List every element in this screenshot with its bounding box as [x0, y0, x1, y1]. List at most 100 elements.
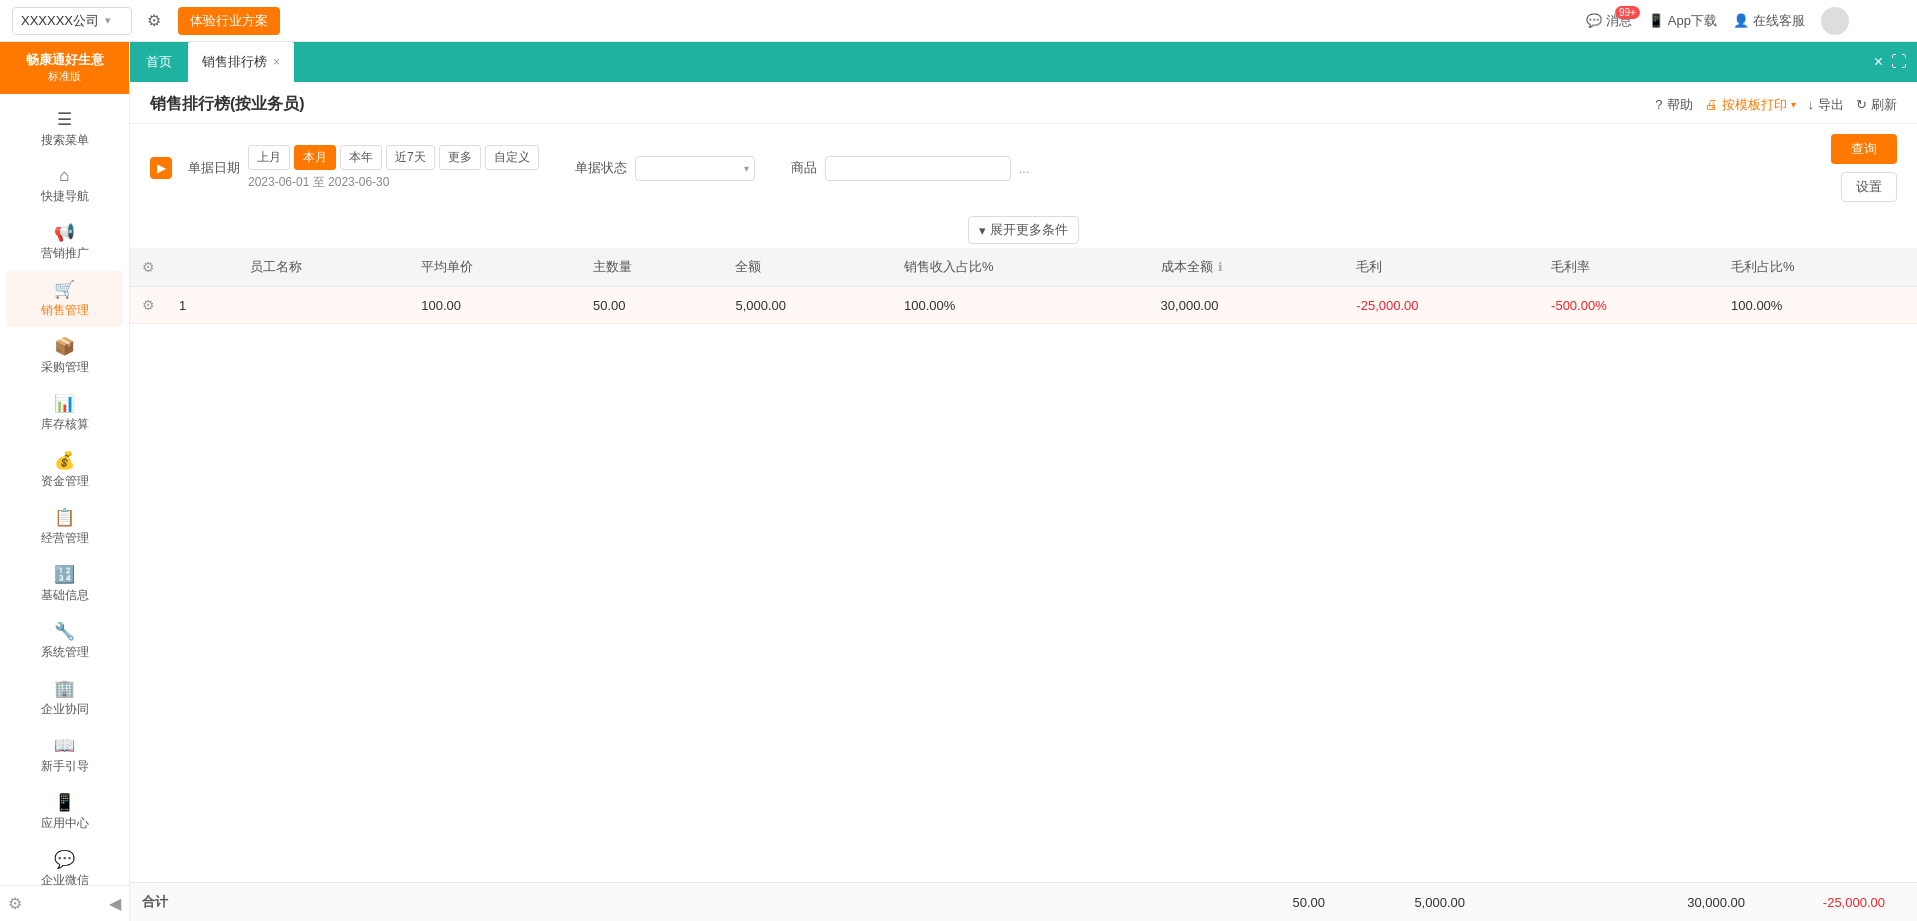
help-button[interactable]: ? 帮助 [1655, 96, 1692, 114]
nav-label-wechat: 企业微信 [41, 872, 89, 885]
nav-icon-guide: 📖 [54, 735, 75, 756]
row-amount-0: 5,000.00 [723, 287, 892, 324]
nav-icon-basic-info: 🔢 [54, 564, 75, 585]
logo: 畅康通好生意 标准版 [0, 42, 129, 94]
goods-input[interactable] [825, 156, 1011, 181]
tab-sales-ranking[interactable]: 销售排行榜 × [188, 42, 294, 82]
sidebar-settings-button[interactable]: ⚙ [8, 894, 22, 913]
col-header-settings[interactable]: ⚙ [130, 248, 167, 287]
company-name: XXXXXX公司 [21, 12, 99, 30]
row-quantity-0: 50.00 [581, 287, 723, 324]
sidebar-item-wechat[interactable]: 💬 企业微信 [6, 841, 123, 885]
messages-badge: 99+ [1615, 6, 1640, 19]
date-btn-custom[interactable]: 自定义 [485, 145, 539, 170]
sidebar-item-system[interactable]: 🔧 系统管理 [6, 613, 123, 669]
filter-toggle-button[interactable]: ▶ [150, 157, 172, 179]
status-select[interactable] [635, 156, 755, 181]
table-container: ⚙ 员工名称 平均单价 主数量 全额 销售收入占比% 成本全额 ℹ [130, 248, 1917, 882]
tab-close-all-icon[interactable]: × [1874, 53, 1883, 71]
footer-quantity: 50.00 [1245, 895, 1325, 910]
avatar[interactable] [1821, 7, 1849, 35]
nav-icon-inventory: 📊 [54, 393, 75, 414]
tab-home[interactable]: 首页 [130, 42, 188, 82]
row-settings-0[interactable]: ⚙ [130, 287, 167, 324]
col-header-sales-ratio: 销售收入占比% [892, 248, 1149, 287]
table-footer: 合计 50.00 5,000.00 30,000.00 -25,000.00 [130, 882, 1917, 921]
query-button[interactable]: 查询 [1831, 134, 1897, 164]
nav-label-sales: 销售管理 [41, 302, 89, 319]
row-cost-0: 30,000.00 [1149, 287, 1345, 324]
refresh-button[interactable]: ↻ 刷新 [1856, 96, 1897, 114]
sidebar-collapse-button[interactable]: ◀ [109, 894, 121, 913]
nav-label-basic-info: 基础信息 [41, 587, 89, 604]
expand-more-button[interactable]: ▾ 展开更多条件 [968, 216, 1079, 244]
sidebar-item-quick-nav[interactable]: ⌂ 快捷导航 [6, 158, 123, 213]
nav-icon-system: 🔧 [54, 621, 75, 642]
tab-sales-ranking-label: 销售排行榜 [202, 53, 267, 71]
nav-label-quick-nav: 快捷导航 [41, 188, 89, 205]
cost-info-icon[interactable]: ℹ [1218, 260, 1223, 274]
row-name-0 [238, 287, 410, 324]
status-filter-label: 单据状态 [575, 159, 627, 177]
sidebar-item-operation[interactable]: 📋 经营管理 [6, 499, 123, 555]
gear-button[interactable]: ⚙ [140, 7, 168, 35]
tab-maximize-icon[interactable]: ⛶ [1891, 53, 1907, 71]
col-header-gross: 毛利 [1344, 248, 1539, 287]
sidebar-item-inventory[interactable]: 📊 库存核算 [6, 385, 123, 441]
message-icon: 💬 [1586, 13, 1602, 28]
date-btn-last-month[interactable]: 上月 [248, 145, 290, 170]
messages-button[interactable]: 💬 消息 99+ [1586, 12, 1632, 30]
col-header-quantity: 主数量 [581, 248, 723, 287]
nav-icon-app-center: 📱 [54, 792, 75, 813]
filter-toggle-icon: ▶ [157, 161, 166, 175]
col-header-index [167, 248, 238, 287]
sidebar-item-marketing[interactable]: 📢 营销推广 [6, 214, 123, 270]
row-gross-ratio-0: 100.00% [1719, 287, 1917, 324]
sidebar-item-sales[interactable]: 🛒 销售管理 [6, 271, 123, 327]
tab-close-icon[interactable]: × [273, 55, 280, 69]
settings-button[interactable]: 设置 [1841, 172, 1897, 202]
sidebar-item-finance[interactable]: 💰 资金管理 [6, 442, 123, 498]
nav-label-enterprise: 企业协同 [41, 701, 89, 718]
col-header-gross-rate: 毛利率 [1539, 248, 1719, 287]
logo-line1: 畅康通好生意 [26, 52, 104, 69]
app-download-button[interactable]: 📱 App下载 [1648, 12, 1717, 30]
date-filter-label: 单据日期 [188, 159, 240, 177]
sidebar-item-basic-info[interactable]: 🔢 基础信息 [6, 556, 123, 612]
export-icon: ↓ [1808, 97, 1815, 112]
online-service-label: 在线客服 [1753, 12, 1805, 30]
date-btn-this-year[interactable]: 本年 [340, 145, 382, 170]
date-btn-more[interactable]: 更多 [439, 145, 481, 170]
col-header-avg-price: 平均单价 [409, 248, 581, 287]
online-service-button[interactable]: 👤 在线客服 [1733, 12, 1805, 30]
print-caret-icon: ▾ [1791, 99, 1796, 110]
help-label: 帮助 [1667, 96, 1693, 114]
goods-more-icon[interactable]: ... [1019, 161, 1030, 176]
company-selector[interactable]: XXXXXX公司 ▾ [12, 7, 132, 35]
col-header-amount: 全额 [723, 248, 892, 287]
sidebar-item-guide[interactable]: 📖 新手引导 [6, 727, 123, 783]
nav-icon-quick-nav: ⌂ [59, 166, 69, 186]
footer-gross: -25,000.00 [1805, 895, 1885, 910]
nav-label-search: 搜索菜单 [41, 132, 89, 149]
sidebar-item-purchase[interactable]: 📦 采购管理 [6, 328, 123, 384]
col-header-gross-ratio: 毛利占比% [1719, 248, 1917, 287]
date-btn-7days[interactable]: 近7天 [386, 145, 435, 170]
print-label: 按模板打印 [1722, 96, 1787, 114]
goods-filter-label: 商品 [791, 159, 817, 177]
col-header-cost: 成本全额 ℹ [1149, 248, 1345, 287]
export-button[interactable]: ↓ 导出 [1808, 96, 1845, 114]
refresh-label: 刷新 [1871, 96, 1897, 114]
nav-label-system: 系统管理 [41, 644, 89, 661]
tab-home-label: 首页 [146, 53, 172, 71]
trial-button[interactable]: 体验行业方案 [178, 7, 280, 35]
sidebar-item-enterprise[interactable]: 🏢 企业协同 [6, 670, 123, 726]
print-button[interactable]: 🖨 按模板打印 ▾ [1705, 96, 1796, 114]
column-settings-icon[interactable]: ⚙ [142, 259, 155, 275]
row-avg-price-0: 100.00 [409, 287, 581, 324]
date-btn-this-month[interactable]: 本月 [294, 145, 336, 170]
nav-label-app-center: 应用中心 [41, 815, 89, 832]
nav-label-marketing: 营销推广 [41, 245, 89, 262]
sidebar-item-app-center[interactable]: 📱 应用中心 [6, 784, 123, 840]
sidebar-item-search[interactable]: ☰ 搜索菜单 [6, 101, 123, 157]
